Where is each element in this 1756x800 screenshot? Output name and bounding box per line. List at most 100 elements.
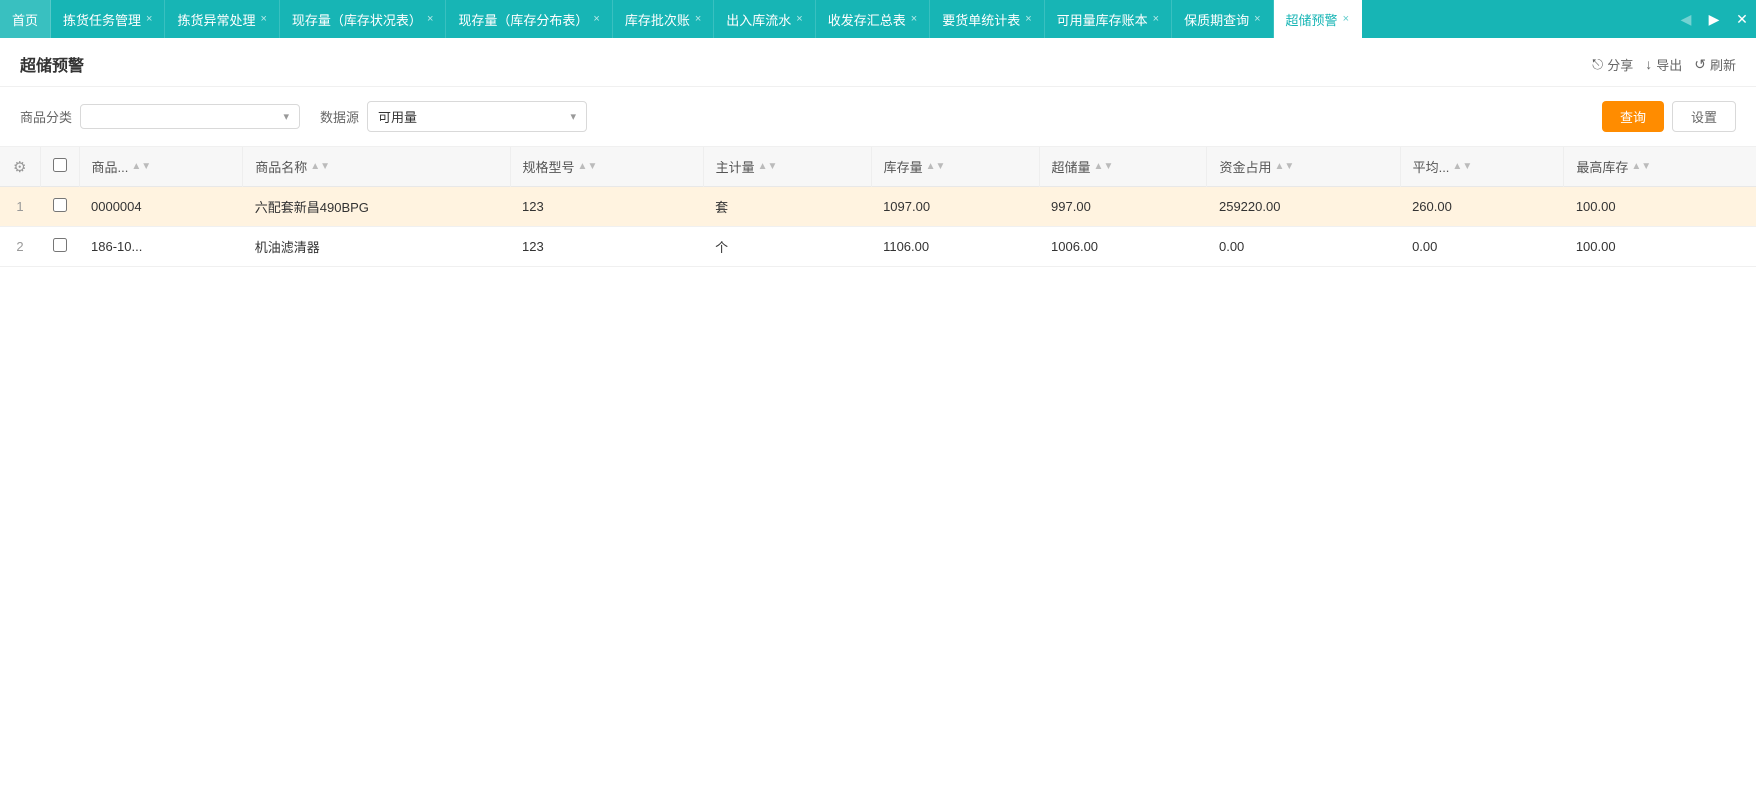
nav-close-5[interactable]: × <box>695 13 701 25</box>
nav-close-7[interactable]: × <box>911 13 917 25</box>
table-row: 1 0000004 六配套新昌490BPG 123 套 1097.00 997.… <box>0 187 1756 227</box>
title-actions: ⎋ 分享 ↓ 导出 ↺ 刷新 <box>1592 55 1736 74</box>
th-product-name[interactable]: 商品名称 ▲▼ <box>243 147 510 187</box>
th-gear: ⚙ <box>0 147 40 187</box>
cell-product-name-1: 机油滤清器 <box>243 227 510 267</box>
th-max-stock[interactable]: 最高库存 ▲▼ <box>1564 147 1756 187</box>
data-table: ⚙ 商品... ▲▼ 商品名称 ▲▼ <box>0 147 1756 267</box>
datasource-filter-group: 数据源 可用量 ▾ <box>320 101 587 132</box>
th-product-code[interactable]: 商品... ▲▼ <box>79 147 243 187</box>
export-button[interactable]: ↓ 导出 <box>1645 55 1682 74</box>
row-checkbox-input-1[interactable] <box>53 238 67 252</box>
share-icon: ⎋ <box>1592 56 1603 73</box>
sort-icon-unit: ▲▼ <box>758 162 778 172</box>
cell-avg-0: 260.00 <box>1400 187 1564 227</box>
cell-product-code-1: 186-10... <box>79 227 243 267</box>
nav-item-label-4: 现存量（库存分布表） <box>458 10 588 29</box>
cell-unit-0: 套 <box>703 187 871 227</box>
top-navigation: 首页拣货任务管理×拣货异常处理×现存量（库存状况表）×现存量（库存分布表）×库存… <box>0 0 1756 38</box>
refresh-button[interactable]: ↺ 刷新 <box>1694 55 1736 74</box>
nav-item-label-8: 要货单统计表 <box>942 10 1020 29</box>
cell-over-qty-0: 997.00 <box>1039 187 1207 227</box>
nav-item-label-11: 超储预警 <box>1286 10 1338 29</box>
nav-item-label-10: 保质期查询 <box>1184 10 1249 29</box>
nav-item-label-3: 现存量（库存状况表） <box>292 10 422 29</box>
cell-product-code-0: 0000004 <box>79 187 243 227</box>
filter-area: 商品分类 ▾ 数据源 可用量 ▾ 查询 设置 <box>0 87 1756 147</box>
category-chevron-icon: ▾ <box>283 110 289 123</box>
cell-product-name-0: 六配套新昌490BPG <box>243 187 510 227</box>
nav-item-3[interactable]: 现存量（库存状况表） × <box>280 0 446 38</box>
th-avg[interactable]: 平均... ▲▼ <box>1400 147 1564 187</box>
sort-icon-capital: ▲▼ <box>1275 162 1295 172</box>
sort-icon-over: ▲▼ <box>1094 162 1114 172</box>
th-over-qty[interactable]: 超储量 ▲▼ <box>1039 147 1207 187</box>
share-button[interactable]: ⎋ 分享 <box>1592 55 1633 74</box>
nav-item-label-5: 库存批次账 <box>625 10 690 29</box>
cell-stock-qty-1: 1106.00 <box>871 227 1039 267</box>
nav-item-5[interactable]: 库存批次账 × <box>613 0 714 38</box>
nav-item-1[interactable]: 拣货任务管理 × <box>51 0 165 38</box>
nav-item-10[interactable]: 保质期查询 × <box>1172 0 1273 38</box>
nav-item-11[interactable]: 超储预警 × <box>1274 0 1362 38</box>
th-stock-qty[interactable]: 库存量 ▲▼ <box>871 147 1039 187</box>
refresh-icon: ↺ <box>1694 56 1706 73</box>
cell-max-stock-1: 100.00 <box>1564 227 1756 267</box>
row-checkbox-input-0[interactable] <box>53 198 67 212</box>
export-icon: ↓ <box>1645 56 1652 72</box>
page-content: 超储预警 ⎋ 分享 ↓ 导出 ↺ 刷新 商品分类 ▾ 数据源 <box>0 38 1756 800</box>
nav-close-9[interactable]: × <box>1153 13 1159 25</box>
table-container: ⚙ 商品... ▲▼ 商品名称 ▲▼ <box>0 147 1756 267</box>
nav-close-3[interactable]: × <box>427 13 433 25</box>
settings-button[interactable]: 设置 <box>1672 101 1736 132</box>
datasource-select[interactable]: 可用量 ▾ <box>367 101 587 132</box>
cell-spec-1: 123 <box>510 227 703 267</box>
nav-close-1[interactable]: × <box>146 13 152 25</box>
query-button[interactable]: 查询 <box>1602 101 1664 132</box>
nav-close-6[interactable]: × <box>796 13 802 25</box>
nav-close-11[interactable]: × <box>1343 13 1349 25</box>
th-spec[interactable]: 规格型号 ▲▼ <box>510 147 703 187</box>
nav-item-label-1: 拣货任务管理 <box>63 10 141 29</box>
nav-item-9[interactable]: 可用量库存账本 × <box>1045 0 1172 38</box>
nav-left-arrow[interactable]: ◀ <box>1672 0 1700 38</box>
nav-close-arrow[interactable]: ✕ <box>1728 0 1756 38</box>
cell-spec-0: 123 <box>510 187 703 227</box>
cell-avg-1: 0.00 <box>1400 227 1564 267</box>
cell-capital-used-1: 0.00 <box>1207 227 1400 267</box>
nav-item-label-9: 可用量库存账本 <box>1057 10 1148 29</box>
nav-item-8[interactable]: 要货单统计表 × <box>930 0 1044 38</box>
category-filter-group: 商品分类 ▾ <box>20 104 300 129</box>
row-num-0: 1 <box>0 187 40 227</box>
row-checkbox-0 <box>40 187 79 227</box>
cell-unit-1: 个 <box>703 227 871 267</box>
nav-item-label-0: 首页 <box>12 10 38 29</box>
table-row: 2 186-10... 机油滤清器 123 个 1106.00 1006.00 … <box>0 227 1756 267</box>
nav-close-4[interactable]: × <box>593 13 599 25</box>
nav-item-2[interactable]: 拣货异常处理× <box>165 0 279 38</box>
nav-item-4[interactable]: 现存量（库存分布表） × <box>446 0 612 38</box>
sort-icon-stock: ▲▼ <box>926 162 946 172</box>
nav-item-6[interactable]: 出入库流水 × <box>714 0 815 38</box>
sort-icon-spec: ▲▼ <box>578 162 598 172</box>
category-select[interactable]: ▾ <box>80 104 300 129</box>
sort-icon-product-code: ▲▼ <box>131 162 151 172</box>
cell-max-stock-0: 100.00 <box>1564 187 1756 227</box>
datasource-value: 可用量 <box>378 107 417 126</box>
cell-capital-used-0: 259220.00 <box>1207 187 1400 227</box>
nav-item-7[interactable]: 收发存汇总表× <box>816 0 930 38</box>
page-title: 超储预警 <box>20 52 84 76</box>
row-num-1: 2 <box>0 227 40 267</box>
nav-close-10[interactable]: × <box>1254 13 1260 25</box>
row-checkbox-1 <box>40 227 79 267</box>
gear-icon[interactable]: ⚙ <box>13 159 26 176</box>
th-checkbox <box>40 147 79 187</box>
select-all-checkbox[interactable] <box>53 158 67 172</box>
nav-close-8[interactable]: × <box>1025 13 1031 25</box>
th-unit[interactable]: 主计量 ▲▼ <box>703 147 871 187</box>
th-capital-used[interactable]: 资金占用 ▲▼ <box>1207 147 1400 187</box>
nav-item-label-6: 出入库流水 <box>726 10 791 29</box>
nav-item-0[interactable]: 首页 <box>0 0 51 38</box>
nav-right-arrow[interactable]: ▶ <box>1700 0 1728 38</box>
nav-close-2[interactable]: × <box>260 13 266 25</box>
